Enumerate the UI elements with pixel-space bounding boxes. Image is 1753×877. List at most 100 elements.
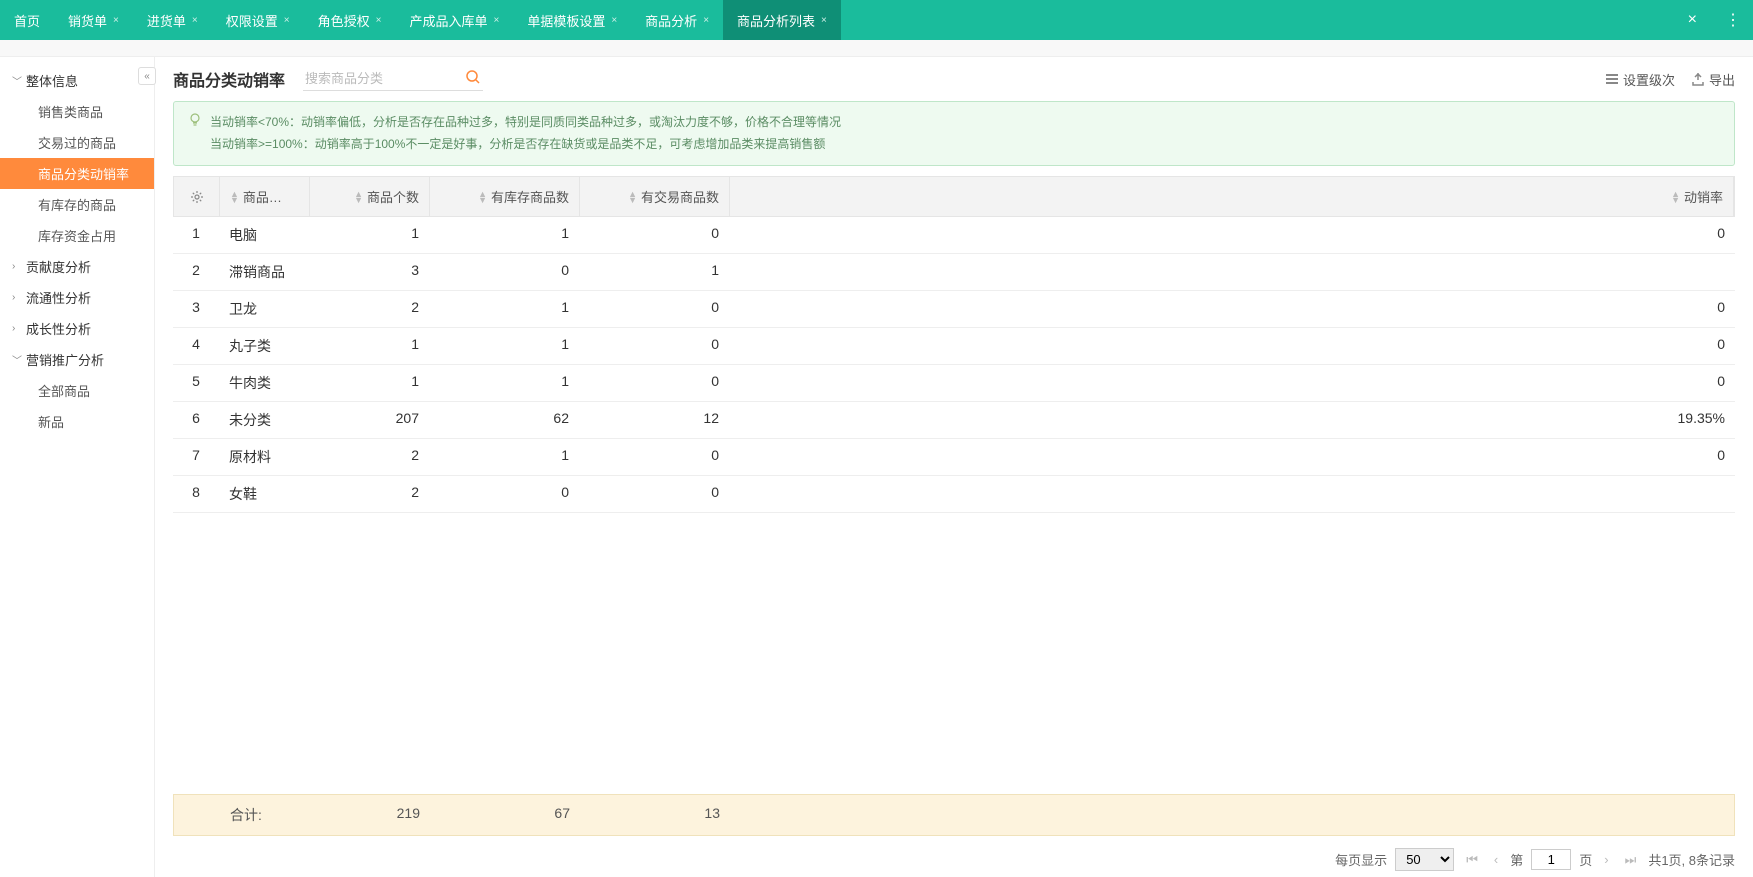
close-all-icon[interactable]: ×: [1672, 0, 1713, 40]
tab-finished-goods[interactable]: 产成品入库单×: [395, 0, 513, 40]
cell-rate: [729, 254, 1735, 290]
collapse-sidebar-icon[interactable]: «: [138, 67, 156, 85]
table-row[interactable]: 8女鞋200: [173, 476, 1735, 513]
column-settings-button[interactable]: [174, 177, 220, 216]
close-icon[interactable]: ×: [611, 15, 617, 26]
cell-count: 1: [309, 365, 429, 401]
th-instock[interactable]: ▲▼有库存商品数: [430, 177, 580, 216]
sort-icon: ▲▼: [230, 191, 239, 203]
th-count[interactable]: ▲▼商品个数: [310, 177, 430, 216]
tab-sales-order[interactable]: 销货单×: [54, 0, 133, 40]
tab-doc-template[interactable]: 单据模板设置×: [513, 0, 631, 40]
sidebar-item-traded-products[interactable]: 交易过的商品: [0, 127, 154, 158]
cell-rate: 0: [729, 439, 1735, 475]
export-icon: [1691, 72, 1705, 86]
sort-icon: ▲▼: [628, 191, 637, 203]
table-row[interactable]: 6未分类207621219.35%: [173, 402, 1735, 439]
sidebar-item-category-rate[interactable]: 商品分类动销率: [0, 158, 154, 189]
cell-traded: 1: [579, 254, 729, 290]
tab-product-analysis-list[interactable]: 商品分析列表×: [723, 0, 841, 40]
cell-traded: 0: [579, 365, 729, 401]
top-tab-bar: 首页 销货单× 进货单× 权限设置× 角色授权× 产成品入库单× 单据模板设置×…: [0, 0, 1753, 40]
table-body[interactable]: 1电脑11002滞销商品3013卫龙21004丸子类11005牛肉类11006未…: [173, 217, 1735, 794]
table-row[interactable]: 3卫龙2100: [173, 291, 1735, 328]
sidebar-group-liquidity[interactable]: ›流通性分析: [0, 282, 154, 313]
sidebar-group-overall[interactable]: ﹀整体信息: [0, 65, 154, 96]
more-menu-icon[interactable]: ⋮: [1713, 0, 1753, 40]
set-level-button[interactable]: 设置级次: [1605, 70, 1675, 89]
cell-count: 2: [309, 439, 429, 475]
cell-index: 1: [173, 217, 219, 253]
search-icon[interactable]: [465, 69, 481, 85]
cell-instock: 1: [429, 291, 579, 327]
sidebar-group-contribution[interactable]: ›贡献度分析: [0, 251, 154, 282]
sidebar-item-new-products[interactable]: 新品: [0, 406, 154, 437]
sidebar-item-inventory-funds[interactable]: 库存资金占用: [0, 220, 154, 251]
cell-name: 卫龙: [219, 291, 309, 327]
th-category[interactable]: ▲▼商品…: [220, 177, 310, 216]
cell-index: 6: [173, 402, 219, 438]
pager-next-icon[interactable]: ›: [1600, 852, 1612, 867]
close-icon[interactable]: ×: [284, 15, 290, 26]
sort-icon: ▲▼: [1671, 191, 1680, 203]
table-row[interactable]: 2滞销商品301: [173, 254, 1735, 291]
table-footer-total: 合计: 219 67 13: [173, 794, 1735, 836]
close-icon[interactable]: ×: [821, 15, 827, 26]
cell-instock: 1: [429, 439, 579, 475]
th-traded[interactable]: ▲▼有交易商品数: [580, 177, 730, 216]
pager-page-label-left: 第: [1510, 850, 1523, 869]
cell-name: 滞销商品: [219, 254, 309, 290]
page-title: 商品分类动销率: [173, 67, 285, 91]
sidebar-group-growth[interactable]: ›成长性分析: [0, 313, 154, 344]
cell-instock: 1: [429, 328, 579, 364]
cell-instock: 62: [429, 402, 579, 438]
cell-name: 原材料: [219, 439, 309, 475]
cell-traded: 12: [579, 402, 729, 438]
cell-rate: 0: [729, 291, 1735, 327]
close-icon[interactable]: ×: [493, 15, 499, 26]
table-row[interactable]: 4丸子类1100: [173, 328, 1735, 365]
cell-name: 女鞋: [219, 476, 309, 512]
cell-index: 3: [173, 291, 219, 327]
pager-last-icon[interactable]: ⏭: [1621, 852, 1641, 868]
cell-index: 5: [173, 365, 219, 401]
tab-purchase-order[interactable]: 进货单×: [133, 0, 212, 40]
cell-count: 2: [309, 291, 429, 327]
pager-prev-icon[interactable]: ‹: [1490, 852, 1502, 867]
pager-page-label-right: 页: [1579, 850, 1592, 869]
table-row[interactable]: 1电脑1100: [173, 217, 1735, 254]
chevron-down-icon: ﹀: [12, 352, 22, 367]
pager-first-icon[interactable]: ⏮: [1462, 852, 1482, 868]
tab-home[interactable]: 首页: [0, 0, 54, 40]
cell-traded: 0: [579, 476, 729, 512]
cell-traded: 0: [579, 217, 729, 253]
close-icon[interactable]: ×: [703, 15, 709, 26]
pager-summary: 共1页, 8条记录: [1648, 850, 1735, 869]
close-icon[interactable]: ×: [113, 15, 119, 26]
sidebar-item-sales-products[interactable]: 销售类商品: [0, 96, 154, 127]
sidebar-group-marketing[interactable]: ﹀营销推广分析: [0, 344, 154, 375]
sidebar: « ﹀整体信息 销售类商品 交易过的商品 商品分类动销率 有库存的商品 库存资金…: [0, 57, 155, 877]
cell-instock: 0: [429, 476, 579, 512]
table-row[interactable]: 7原材料2100: [173, 439, 1735, 476]
cell-name: 未分类: [219, 402, 309, 438]
th-rate[interactable]: ▲▼动销率: [730, 177, 1734, 216]
page-size-select[interactable]: 50: [1395, 848, 1454, 871]
search-input[interactable]: [303, 67, 483, 91]
pagination: 每页显示 50 ⏮ ‹ 第 页 › ⏭ 共1页, 8条记录: [155, 842, 1753, 877]
table-header: ▲▼商品… ▲▼商品个数 ▲▼有库存商品数 ▲▼有交易商品数 ▲▼动销率: [173, 176, 1735, 217]
pager-page-input[interactable]: [1531, 849, 1571, 870]
table-row[interactable]: 5牛肉类1100: [173, 365, 1735, 402]
cell-rate: 0: [729, 365, 1735, 401]
close-icon[interactable]: ×: [192, 15, 198, 26]
sidebar-item-instock-products[interactable]: 有库存的商品: [0, 189, 154, 220]
cell-index: 2: [173, 254, 219, 290]
sidebar-item-all-products[interactable]: 全部商品: [0, 375, 154, 406]
tab-product-analysis[interactable]: 商品分析×: [631, 0, 723, 40]
search-wrapper: [303, 67, 483, 91]
cell-traded: 0: [579, 328, 729, 364]
tab-permission[interactable]: 权限设置×: [212, 0, 304, 40]
close-icon[interactable]: ×: [376, 15, 382, 26]
tab-role-auth[interactable]: 角色授权×: [304, 0, 396, 40]
export-button[interactable]: 导出: [1691, 70, 1735, 89]
